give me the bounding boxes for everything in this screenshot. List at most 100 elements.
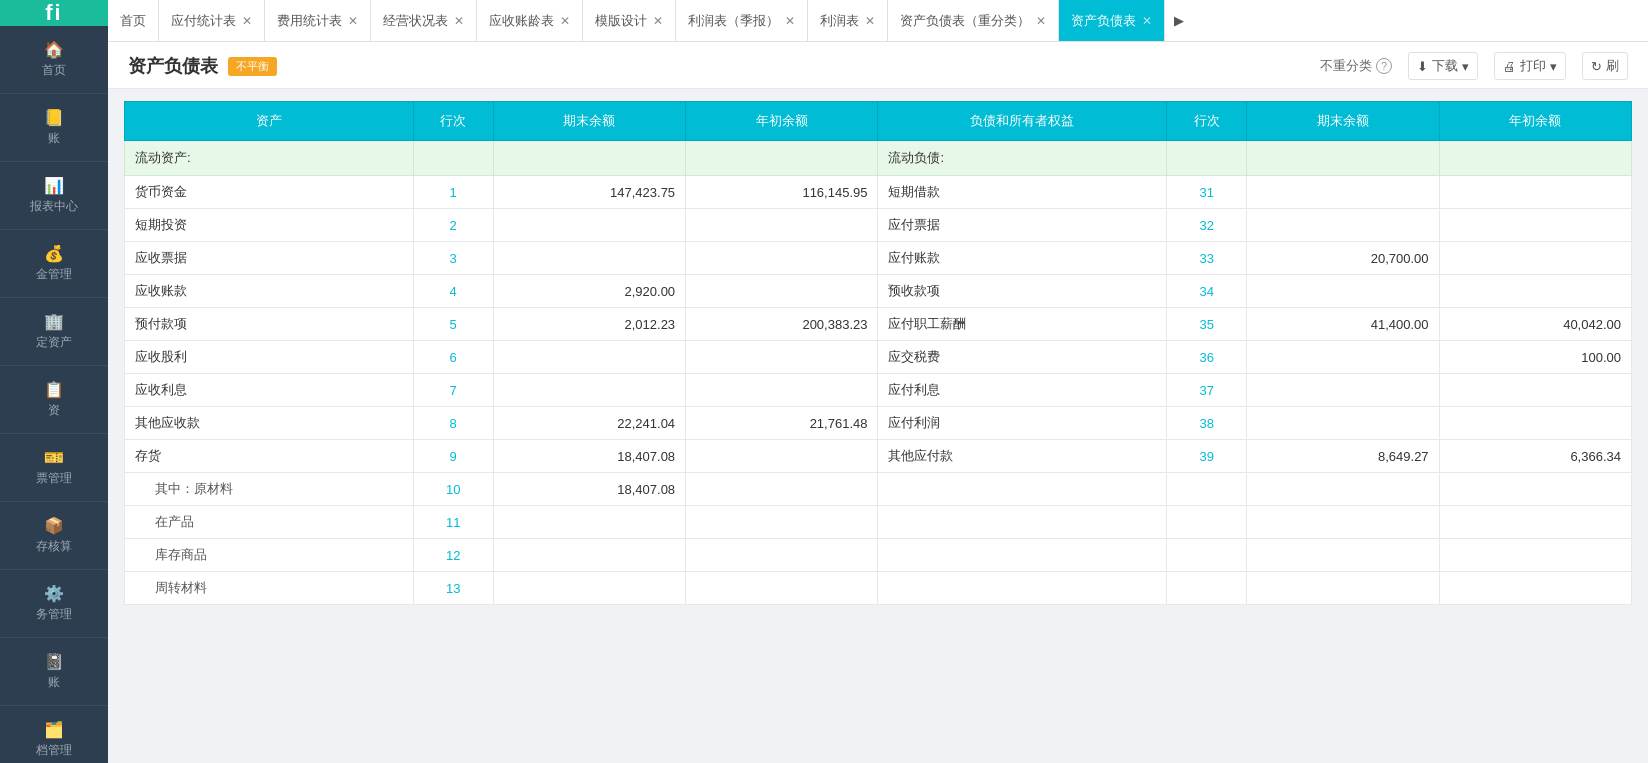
download-icon: ⬇	[1417, 59, 1428, 74]
header-liability: 负债和所有者权益	[878, 102, 1167, 141]
right-label-cell	[878, 506, 1167, 539]
sidebar-item-ledger[interactable]: 📒 账	[0, 94, 108, 162]
download-button[interactable]: ⬇ 下载 ▾	[1408, 52, 1478, 80]
table-row[interactable]: 短期投资 2 应付票据 32	[125, 209, 1632, 242]
tab-expense-stats[interactable]: 费用统计表 ✕	[265, 0, 371, 42]
table-row[interactable]: 其中：原材料 10 18,407.08	[125, 473, 1632, 506]
left-row-num: 2	[413, 209, 493, 242]
tab-scroll-right[interactable]: ▶	[1165, 0, 1193, 42]
table-row[interactable]: 货币资金 1 147,423.75 116,145.95 短期借款 31	[125, 176, 1632, 209]
table-row[interactable]: 库存商品 12	[125, 539, 1632, 572]
right-begin-balance	[1439, 473, 1631, 506]
right-label-cell: 应付票据	[878, 209, 1167, 242]
no-reclassify-option[interactable]: 不重分类 ?	[1320, 57, 1392, 75]
sidebar-item-archive[interactable]: 🗂️ 档管理	[0, 706, 108, 763]
left-label-cell: 在产品	[125, 506, 414, 539]
table-row[interactable]: 应收票据 3 应付账款 33 20,700.00	[125, 242, 1632, 275]
print-chevron-icon: ▾	[1550, 59, 1557, 74]
tab-payable-stats[interactable]: 应付统计表 ✕	[159, 0, 265, 42]
left-row-num: 12	[413, 539, 493, 572]
sidebar-item-home[interactable]: 🏠 首页	[0, 26, 108, 94]
right-end-balance	[1247, 473, 1439, 506]
left-begin-balance	[686, 473, 878, 506]
tab-close-operation-status[interactable]: ✕	[454, 14, 464, 28]
right-label-cell: 短期借款	[878, 176, 1167, 209]
tab-close-expense-stats[interactable]: ✕	[348, 14, 358, 28]
tab-close-template-design[interactable]: ✕	[653, 14, 663, 28]
left-label-cell: 短期投资	[125, 209, 414, 242]
sidebar-item-capital[interactable]: 📋 资	[0, 366, 108, 434]
right-label-cell: 应付账款	[878, 242, 1167, 275]
right-begin-balance: 100.00	[1439, 341, 1631, 374]
tab-balance-reclassified[interactable]: 资产负债表（重分类） ✕	[888, 0, 1059, 42]
sidebar-item-affairs[interactable]: ⚙️ 务管理	[0, 570, 108, 638]
tab-operation-status[interactable]: 经营状况表 ✕	[371, 0, 477, 42]
right-label-cell: 应付职工薪酬	[878, 308, 1167, 341]
left-begin-balance: 200,383.23	[686, 308, 878, 341]
header-asset: 资产	[125, 102, 414, 141]
left-label-cell: 应收利息	[125, 374, 414, 407]
table-row[interactable]: 应收股利 6 应交税费 36 100.00	[125, 341, 1632, 374]
sidebar-item-inventory[interactable]: 📦 存核算	[0, 502, 108, 570]
sidebar-item-account[interactable]: 📓 账	[0, 638, 108, 706]
left-section-label: 流动资产:	[125, 141, 414, 176]
header-left-end-balance: 期末余额	[493, 102, 685, 141]
table-row[interactable]: 在产品 11	[125, 506, 1632, 539]
help-icon: ?	[1376, 58, 1392, 74]
table-row[interactable]: 预付款项 5 2,012.23 200,383.23 应付职工薪酬 35 41,…	[125, 308, 1632, 341]
left-label-cell: 货币资金	[125, 176, 414, 209]
tab-profit[interactable]: 利润表 ✕	[808, 0, 888, 42]
tab-close-profit-quarterly[interactable]: ✕	[785, 14, 795, 28]
right-label-cell: 预收款项	[878, 275, 1167, 308]
tab-balance-sheet[interactable]: 资产负债表 ✕	[1059, 0, 1165, 42]
tab-receivable-aging[interactable]: 应收账龄表 ✕	[477, 0, 583, 42]
left-end-balance: 2,920.00	[493, 275, 685, 308]
left-begin-balance: 116,145.95	[686, 176, 878, 209]
left-begin-balance: 21,761.48	[686, 407, 878, 440]
tab-home[interactable]: 首页	[108, 0, 159, 42]
left-end-balance: 18,407.08	[493, 473, 685, 506]
sidebar-item-report-center[interactable]: 📊 报表中心	[0, 162, 108, 230]
table-row[interactable]: 应收利息 7 应付利息 37	[125, 374, 1632, 407]
left-row-num: 10	[413, 473, 493, 506]
left-row-num: 8	[413, 407, 493, 440]
header-left-begin-balance: 年初余额	[686, 102, 878, 141]
left-begin-balance	[686, 572, 878, 605]
header-left-row: 行次	[413, 102, 493, 141]
tab-close-balance-sheet[interactable]: ✕	[1142, 14, 1152, 28]
tab-close-balance-reclassified[interactable]: ✕	[1036, 14, 1046, 28]
tab-template-design[interactable]: 模版设计 ✕	[583, 0, 676, 42]
sidebar-item-invoice[interactable]: 🎫 票管理	[0, 434, 108, 502]
left-begin-balance	[686, 341, 878, 374]
tab-close-profit[interactable]: ✕	[865, 14, 875, 28]
left-end-balance	[493, 341, 685, 374]
sidebar: fi 🏠 首页 📒 账 📊 报表中心 💰 金管理 🏢 定资产 📋 资 🎫 票管理…	[0, 0, 108, 763]
assets-icon: 🏢	[0, 312, 108, 331]
main-content: 首页 应付统计表 ✕ 费用统计表 ✕ 经营状况表 ✕ 应收账龄表 ✕ 模版设计 …	[108, 0, 1648, 763]
sidebar-item-fixed-assets[interactable]: 🏢 定资产	[0, 298, 108, 366]
left-row-num: 1	[413, 176, 493, 209]
sidebar-item-finance[interactable]: 💰 金管理	[0, 230, 108, 298]
table-row[interactable]: 存货 9 18,407.08 其他应付款 39 8,649.27 6,366.3…	[125, 440, 1632, 473]
print-button[interactable]: 🖨 打印 ▾	[1494, 52, 1566, 80]
right-end-balance	[1247, 539, 1439, 572]
capital-icon: 📋	[0, 380, 108, 399]
table-row[interactable]: 应收账款 4 2,920.00 预收款项 34	[125, 275, 1632, 308]
left-label-cell: 应收账款	[125, 275, 414, 308]
refresh-button[interactable]: ↻ 刷	[1582, 52, 1628, 80]
tab-profit-quarterly[interactable]: 利润表（季报） ✕	[676, 0, 808, 42]
right-row-num: 38	[1167, 407, 1247, 440]
right-row-num: 36	[1167, 341, 1247, 374]
left-end-balance: 2,012.23	[493, 308, 685, 341]
left-end-balance	[493, 572, 685, 605]
right-end-balance: 41,400.00	[1247, 308, 1439, 341]
table-row[interactable]: 周转材料 13	[125, 572, 1632, 605]
tab-close-receivable-aging[interactable]: ✕	[560, 14, 570, 28]
left-begin-balance	[686, 440, 878, 473]
table-row[interactable]: 其他应收款 8 22,241.04 21,761.48 应付利润 38	[125, 407, 1632, 440]
right-begin-balance: 40,042.00	[1439, 308, 1631, 341]
balance-sheet-table: 资产 行次 期末余额 年初余额 负债和所有者权益 行次 期末余额 年初余额 流动…	[124, 101, 1632, 605]
home-icon: 🏠	[0, 40, 108, 59]
tab-close-payable-stats[interactable]: ✕	[242, 14, 252, 28]
left-begin-balance	[686, 209, 878, 242]
